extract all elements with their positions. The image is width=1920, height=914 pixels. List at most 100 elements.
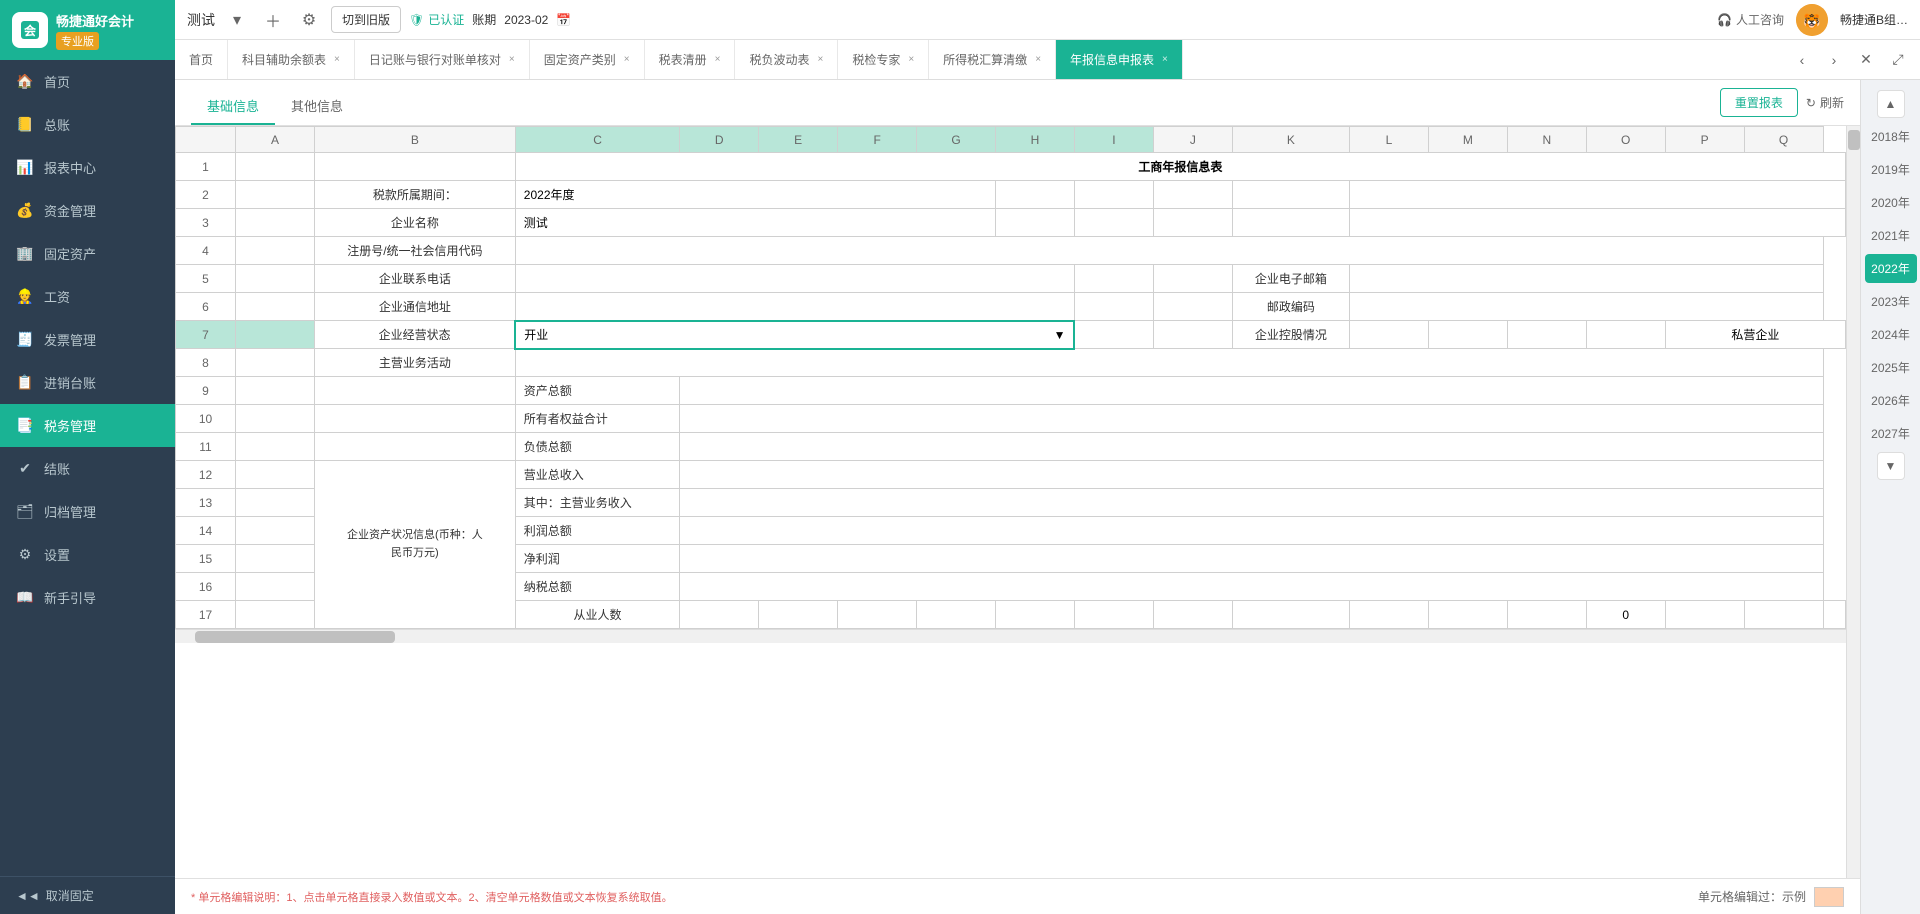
cell-6j[interactable]: 邮政编码 (1232, 293, 1349, 321)
cell-9d[interactable] (680, 377, 1823, 405)
cell-17c[interactable] (680, 601, 759, 629)
reset-report-btn[interactable]: 重置报表 (1720, 88, 1798, 117)
year-item-2026年[interactable]: 2026年 (1865, 386, 1917, 415)
cell-6i[interactable] (1153, 293, 1232, 321)
sidebar-item-新手引导[interactable]: 📖新手引导 (0, 576, 175, 619)
sidebar-item-税务管理[interactable]: 📑税务管理 (0, 404, 175, 447)
sidebar-collapse-btn[interactable]: ◄◄ 取消固定 (0, 876, 175, 914)
cell-17a[interactable] (236, 601, 315, 629)
cell-6k[interactable] (1349, 293, 1823, 321)
cell-title[interactable]: 工商年报信息表 (515, 153, 1845, 181)
cell-8c[interactable] (515, 349, 1823, 377)
cell-6c[interactable] (515, 293, 1074, 321)
cell-4a[interactable] (236, 237, 315, 265)
sidebar-item-发票管理[interactable]: 🧾发票管理 (0, 318, 175, 361)
cell-17l[interactable] (1428, 601, 1507, 629)
cell-13d[interactable] (680, 489, 1823, 517)
cell-14c[interactable]: 利润总额 (515, 517, 679, 545)
cell-12d[interactable] (680, 461, 1823, 489)
cell-6b[interactable]: 企业通信地址 (314, 293, 515, 321)
cell-7c-dropdown[interactable]: 开业 ▼ (515, 321, 1074, 349)
cell-17m[interactable] (1507, 601, 1586, 629)
cell-16c[interactable]: 纳税总额 (515, 573, 679, 601)
year-item-2020年[interactable]: 2020年 (1865, 188, 1917, 217)
tab-0[interactable]: 首页 (175, 40, 228, 80)
tab-5[interactable]: 税负波动表× (735, 40, 838, 80)
cell-7l[interactable] (1428, 321, 1507, 349)
cell-17n[interactable]: 0 (1586, 601, 1665, 629)
cell-11b[interactable] (314, 433, 515, 461)
cell-17h[interactable] (1074, 601, 1153, 629)
cell-17p[interactable] (1744, 601, 1823, 629)
tab-8[interactable]: 年报信息申报表× (1056, 40, 1183, 80)
cell-7j[interactable]: 企业控股情况 (1232, 321, 1349, 349)
cell-10b[interactable] (314, 405, 515, 433)
cell-17b[interactable]: 从业人数 (515, 601, 679, 629)
sidebar-item-结账[interactable]: ✔结账 (0, 447, 175, 490)
cell-6h[interactable] (1074, 293, 1153, 321)
tab-prev-btn[interactable]: ‹ (1788, 46, 1816, 74)
cell-17j[interactable] (1232, 601, 1349, 629)
cell-9b[interactable] (314, 377, 515, 405)
topbar-dropdown-btn[interactable]: ▾ (223, 6, 251, 34)
cell-7a[interactable] (236, 321, 315, 349)
cell-5c[interactable] (515, 265, 1074, 293)
sidebar-item-设置[interactable]: ⚙设置 (0, 533, 175, 576)
refresh-btn[interactable]: ↻ 刷新 (1806, 94, 1844, 111)
sidebar-item-固定资产[interactable]: 🏢固定资产 (0, 232, 175, 275)
cell-4c[interactable] (515, 237, 1823, 265)
tab-2[interactable]: 日记账与银行对账单核对× (355, 40, 530, 80)
tab-close-all-btn[interactable]: ✕ (1852, 46, 1880, 74)
switch-old-btn[interactable]: 切到旧版 (331, 6, 401, 33)
year-item-2018年[interactable]: 2018年 (1865, 122, 1917, 151)
cell-3j[interactable] (1349, 209, 1845, 237)
cell-5b[interactable]: 企业联系电话 (314, 265, 515, 293)
cell-16a[interactable] (236, 573, 315, 601)
topbar-add-btn[interactable]: ＋ (259, 6, 287, 34)
service-btn[interactable]: 🎧 人工咨询 (1717, 11, 1784, 28)
cell-11a[interactable] (236, 433, 315, 461)
sidebar-item-进销台账[interactable]: 📋进销台账 (0, 361, 175, 404)
cell-17g[interactable] (996, 601, 1075, 629)
cell-9c[interactable]: 资产总额 (515, 377, 679, 405)
sidebar-item-首页[interactable]: 🏠首页 (0, 60, 175, 103)
cell-2b[interactable]: 税款所属期间： (314, 181, 515, 209)
year-item-2027年[interactable]: 2027年 (1865, 419, 1917, 448)
cell-17e[interactable] (838, 601, 917, 629)
subtab-1[interactable]: 其他信息 (275, 88, 359, 125)
year-item-2025年[interactable]: 2025年 (1865, 353, 1917, 382)
cell-12c[interactable]: 营业总收入 (515, 461, 679, 489)
tab-3[interactable]: 固定资产类别× (530, 40, 645, 80)
tab-close-7[interactable]: × (1035, 54, 1041, 65)
cell-3c[interactable]: 测试 (515, 209, 995, 237)
cell-3h[interactable] (1153, 209, 1232, 237)
topbar-settings-btn[interactable]: ⚙ (295, 6, 323, 34)
cell-13a[interactable] (236, 489, 315, 517)
cell-2j[interactable] (1349, 181, 1845, 209)
cell-16d[interactable] (680, 573, 1823, 601)
cell-17q[interactable] (1823, 601, 1845, 629)
year-up-btn[interactable]: ▲ (1877, 90, 1905, 118)
cell-7m[interactable] (1507, 321, 1586, 349)
year-item-2024年[interactable]: 2024年 (1865, 320, 1917, 349)
cell-17f[interactable] (917, 601, 996, 629)
cell-7b[interactable]: 企业经营状态 (314, 321, 515, 349)
sidebar-item-报表中心[interactable]: 📊报表中心 (0, 146, 175, 189)
cell-3a[interactable] (236, 209, 315, 237)
cell-6a[interactable] (236, 293, 315, 321)
tab-4[interactable]: 税表清册× (645, 40, 736, 80)
cell-7o[interactable]: 私营企业 (1665, 321, 1845, 349)
tab-close-6[interactable]: × (908, 54, 914, 65)
sidebar-item-总账[interactable]: 📒总账 (0, 103, 175, 146)
cell-2h[interactable] (1153, 181, 1232, 209)
cell-2c[interactable]: 2022年度 (515, 181, 995, 209)
cell-8b[interactable]: 主营业务活动 (314, 349, 515, 377)
cell-14d[interactable] (680, 517, 1823, 545)
tab-1[interactable]: 科目辅助余额表× (228, 40, 355, 80)
tab-6[interactable]: 税检专家× (838, 40, 929, 80)
cell-1b[interactable] (314, 153, 515, 181)
year-item-2019年[interactable]: 2019年 (1865, 155, 1917, 184)
tab-close-3[interactable]: × (624, 54, 630, 65)
year-item-2021年[interactable]: 2021年 (1865, 221, 1917, 250)
sidebar-item-工资[interactable]: 👷工资 (0, 275, 175, 318)
